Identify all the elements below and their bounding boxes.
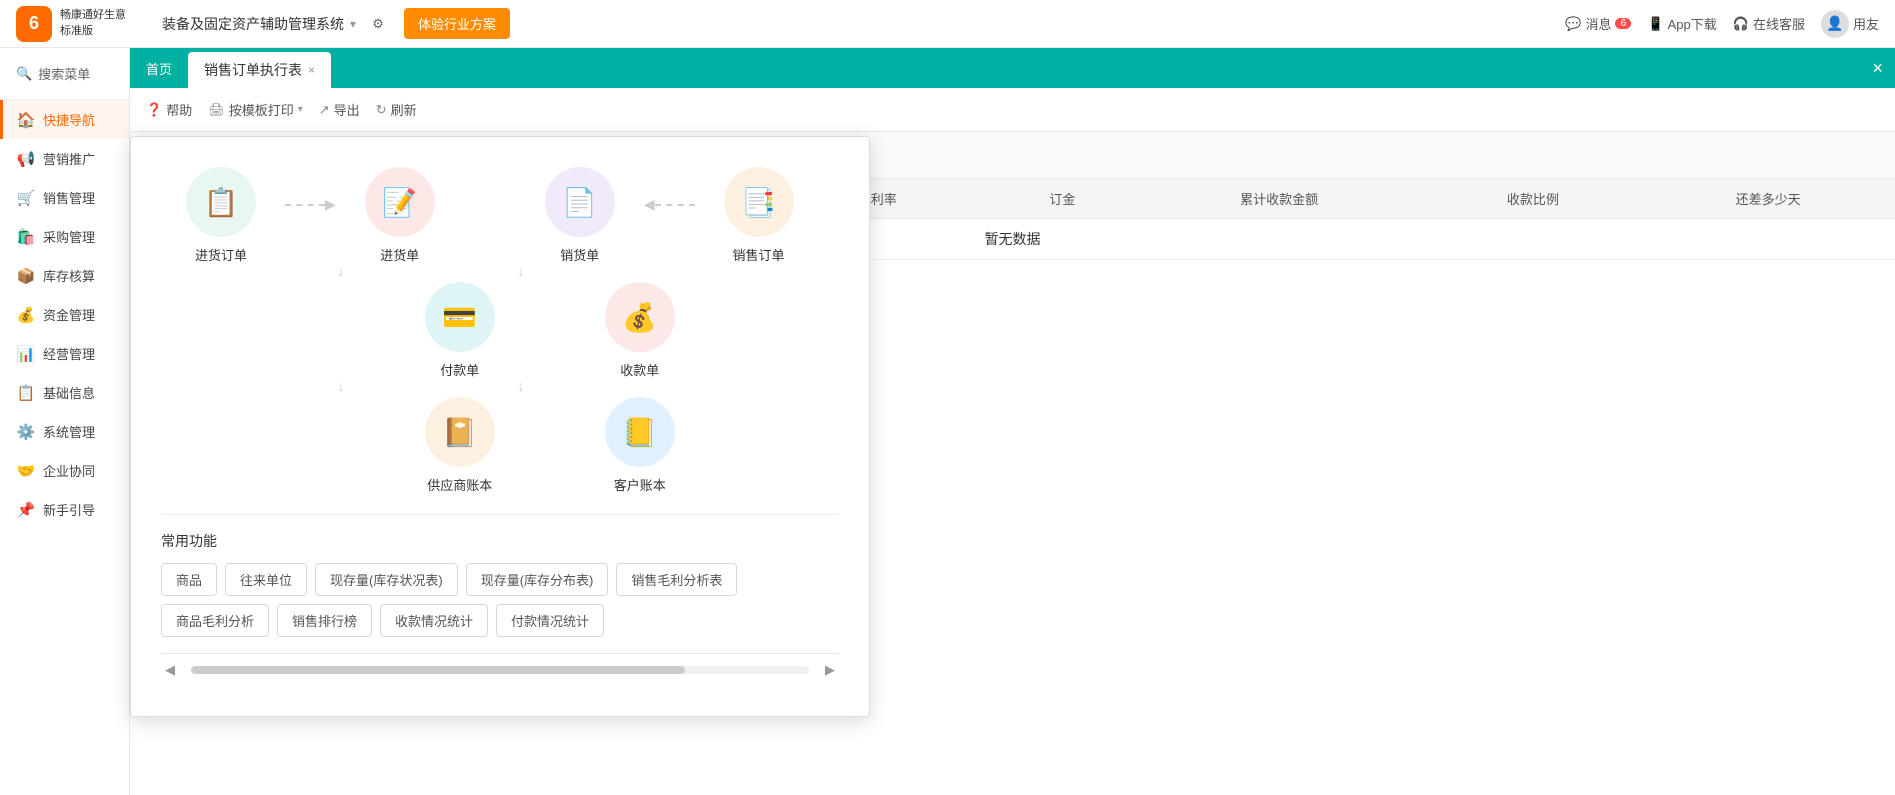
system-title-arrow-icon[interactable]: ▾ xyxy=(350,17,356,31)
nav-icon-1: 📢 xyxy=(17,150,35,168)
experience-button[interactable]: 体验行业方案 xyxy=(404,8,510,39)
nav-label-1: 营销推广 xyxy=(43,149,95,168)
nav-icon-8: ⚙️ xyxy=(17,423,35,441)
sidebar-item-6[interactable]: 📊 经营管理 xyxy=(0,334,129,373)
quick-nav-popup: 📋 进货订单 ▶ xyxy=(130,136,870,717)
phone-icon: 📱 xyxy=(1647,16,1663,32)
nav-icon-5: 💰 xyxy=(17,306,35,324)
sidebar-item-8[interactable]: ⚙️ 系统管理 xyxy=(0,412,129,451)
nav-label-4: 库存核算 xyxy=(43,266,95,285)
func-button-4[interactable]: 销售毛利分析表 xyxy=(616,563,737,596)
logo-title: 畅康通好生意 xyxy=(60,8,126,23)
customer-ledger-label: 客户账本 xyxy=(614,475,666,494)
message-badge: 6 xyxy=(1615,18,1631,29)
settings-icon[interactable]: ⚙ xyxy=(364,10,392,38)
flow-item-payment[interactable]: 💳 付款单 xyxy=(400,282,520,379)
nav-label-10: 新手引导 xyxy=(43,500,95,519)
payment-icon: 💳 xyxy=(442,301,477,334)
user-menu-button[interactable]: 👤 用友 xyxy=(1821,10,1879,38)
scroll-right-icon[interactable]: ▶ xyxy=(821,660,839,680)
message-button[interactable]: 💬 消息 6 xyxy=(1565,14,1631,33)
sales-slip-label: 销货单 xyxy=(560,245,599,264)
func-button-1[interactable]: 往来单位 xyxy=(225,563,307,596)
purchase-order-label: 进货订单 xyxy=(195,245,247,264)
common-functions-section: 常用功能 商品往来单位现存量(库存状况表)现存量(库存分布表)销售毛利分析表商品… xyxy=(161,514,839,637)
flow-item-supplier-ledger[interactable]: 📔 供应商账本 xyxy=(400,397,520,494)
popup-overlay: 📋 进货订单 ▶ xyxy=(130,96,1895,795)
sidebar-item-3[interactable]: 🛍️ 采购管理 xyxy=(0,217,129,256)
purchase-order-icon: 📋 xyxy=(204,186,239,219)
sidebar-item-2[interactable]: 🛒 销售管理 xyxy=(0,178,129,217)
tab-sales-order-execution[interactable]: 销售订单执行表 × xyxy=(188,52,331,88)
sidebar-item-1[interactable]: 📢 营销推广 xyxy=(0,139,129,178)
flow-item-purchase-slip[interactable]: 📝 进货单 xyxy=(340,167,460,264)
search-label: 搜索菜单 xyxy=(38,64,90,83)
app-logo: 6 xyxy=(16,6,52,42)
flow-item-sales-order[interactable]: 📑 销售订单 xyxy=(699,167,819,264)
nav-icon-6: 📊 xyxy=(17,345,35,363)
window-close-icon[interactable]: × xyxy=(1872,58,1883,79)
receipt-icon: 💰 xyxy=(622,301,657,334)
customer-ledger-icon: 📒 xyxy=(622,416,657,449)
sidebar-item-10[interactable]: 📌 新手引导 xyxy=(0,490,129,529)
scroll-track xyxy=(191,666,809,674)
nav-icon-2: 🛒 xyxy=(17,189,35,207)
nav-label-3: 采购管理 xyxy=(43,227,95,246)
logo-subtitle: 标准版 xyxy=(60,24,126,39)
nav-label-2: 销售管理 xyxy=(43,188,95,207)
sales-order-icon: 📑 xyxy=(741,186,776,219)
user-avatar: 👤 xyxy=(1821,10,1849,38)
sidebar-item-0[interactable]: 🏠 快捷导航 xyxy=(0,100,129,139)
func-buttons-container: 商品往来单位现存量(库存状况表)现存量(库存分布表)销售毛利分析表商品毛利分析销… xyxy=(161,563,839,637)
sidebar-item-7[interactable]: 📋 基础信息 xyxy=(0,373,129,412)
supplier-ledger-label: 供应商账本 xyxy=(427,475,492,494)
func-button-6[interactable]: 销售排行榜 xyxy=(277,604,372,637)
func-button-5[interactable]: 商品毛利分析 xyxy=(161,604,269,637)
nav-label-5: 资金管理 xyxy=(43,305,95,324)
func-button-7[interactable]: 收款情况统计 xyxy=(380,604,488,637)
app-download-button[interactable]: 📱 App下载 xyxy=(1647,14,1716,33)
sales-slip-icon: 📄 xyxy=(562,186,597,219)
nav-label-6: 经营管理 xyxy=(43,344,95,363)
headset-icon: 🎧 xyxy=(1733,16,1749,32)
func-button-2[interactable]: 现存量(库存状况表) xyxy=(315,563,458,596)
flow-item-customer-ledger[interactable]: 📒 客户账本 xyxy=(580,397,700,494)
nav-icon-10: 📌 xyxy=(17,501,35,519)
purchase-slip-icon: 📝 xyxy=(382,186,417,219)
purchase-slip-label: 进货单 xyxy=(380,245,419,264)
flow-item-sales-slip[interactable]: 📄 销货单 xyxy=(520,167,640,264)
nav-icon-9: 🤝 xyxy=(17,462,35,480)
payment-label: 付款单 xyxy=(440,360,479,379)
sidebar-item-5[interactable]: 💰 资金管理 xyxy=(0,295,129,334)
message-icon: 💬 xyxy=(1565,16,1581,32)
nav-label-7: 基础信息 xyxy=(43,383,95,402)
nav-label-8: 系统管理 xyxy=(43,422,95,441)
scroll-thumb xyxy=(191,666,685,674)
search-icon: 🔍 xyxy=(16,66,32,82)
common-functions-title: 常用功能 xyxy=(161,531,839,551)
flow-item-purchase-order[interactable]: 📋 进货订单 xyxy=(161,167,281,264)
tab-close-icon[interactable]: × xyxy=(308,63,315,77)
func-button-0[interactable]: 商品 xyxy=(161,563,217,596)
nav-icon-0: 🏠 xyxy=(17,111,35,129)
popup-scrollbar[interactable]: ◀ ▶ xyxy=(161,653,839,686)
receipt-label: 收款单 xyxy=(620,360,659,379)
tab-home[interactable]: 首页 xyxy=(130,48,188,88)
func-button-8[interactable]: 付款情况统计 xyxy=(496,604,604,637)
flow-item-receipt[interactable]: 💰 收款单 xyxy=(580,282,700,379)
nav-icon-7: 📋 xyxy=(17,384,35,402)
sidebar-search-area[interactable]: 🔍 搜索菜单 xyxy=(0,48,129,100)
system-title-text: 装备及固定资产辅助管理系统 xyxy=(162,14,344,34)
nav-icon-3: 🛍️ xyxy=(17,228,35,246)
sidebar-item-9[interactable]: 🤝 企业协同 xyxy=(0,451,129,490)
online-service-button[interactable]: 🎧 在线客服 xyxy=(1733,14,1805,33)
func-button-3[interactable]: 现存量(库存分布表) xyxy=(466,563,609,596)
nav-label-9: 企业协同 xyxy=(43,461,95,480)
nav-label-0: 快捷导航 xyxy=(43,110,95,129)
supplier-ledger-icon: 📔 xyxy=(442,416,477,449)
sidebar-item-4[interactable]: 📦 库存核算 xyxy=(0,256,129,295)
nav-icon-4: 📦 xyxy=(17,267,35,285)
scroll-left-icon[interactable]: ◀ xyxy=(161,660,179,680)
sales-order-label: 销售订单 xyxy=(733,245,785,264)
